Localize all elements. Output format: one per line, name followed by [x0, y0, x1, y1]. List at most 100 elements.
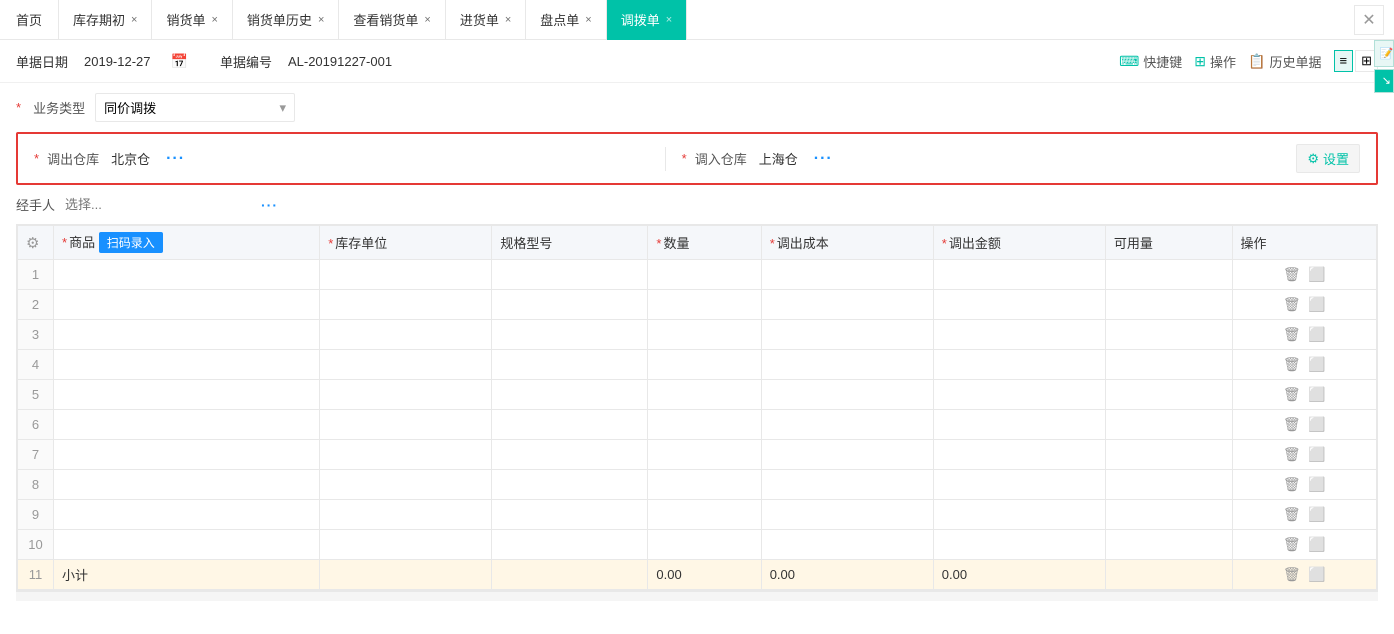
cell-cost[interactable] — [761, 350, 933, 380]
tab-view-sales-close[interactable]: × — [424, 14, 430, 26]
copy-row-icon[interactable]: ⬜ — [1308, 476, 1325, 492]
cell-unit[interactable] — [320, 410, 492, 440]
shortcuts-button[interactable]: ⌨ 快捷键 — [1119, 52, 1182, 71]
cell-qty[interactable] — [648, 290, 761, 320]
cell-available[interactable] — [1105, 350, 1232, 380]
copy-row-icon[interactable]: ⬜ — [1308, 506, 1325, 522]
cell-spec[interactable] — [492, 530, 648, 560]
cell-amount[interactable] — [933, 500, 1105, 530]
cell-cost[interactable] — [761, 530, 933, 560]
settings-button[interactable]: ⚙ 设置 — [1296, 144, 1360, 173]
delete-row-icon[interactable]: 🗑 — [1283, 446, 1301, 462]
handler-more-button[interactable]: ··· — [261, 197, 278, 213]
cell-amount[interactable] — [933, 410, 1105, 440]
cell-amount[interactable] — [933, 350, 1105, 380]
cell-goods[interactable] — [54, 350, 320, 380]
cell-cost[interactable] — [761, 440, 933, 470]
delete-row-icon[interactable]: 🗑 — [1283, 326, 1301, 342]
th-settings[interactable]: ⚙ — [18, 226, 54, 260]
cell-cost[interactable] — [761, 260, 933, 290]
copy-row-icon[interactable]: ⬜ — [1308, 446, 1325, 462]
delete-row-icon[interactable]: 🗑 — [1283, 536, 1301, 552]
cell-goods[interactable] — [54, 320, 320, 350]
tab-sales-history[interactable]: 销货单历史 × — [233, 0, 339, 40]
note-sidebar-button[interactable]: 📝 — [1374, 40, 1394, 67]
copy-row-icon[interactable]: ⬜ — [1308, 356, 1325, 372]
cell-amount[interactable] — [933, 380, 1105, 410]
cell-spec[interactable] — [492, 500, 648, 530]
cell-qty[interactable] — [648, 380, 761, 410]
business-type-select[interactable]: 同价调拨 ▾ — [95, 93, 295, 122]
cell-goods[interactable] — [54, 440, 320, 470]
cell-available[interactable] — [1105, 500, 1232, 530]
cell-spec[interactable] — [492, 260, 648, 290]
export-sidebar-button[interactable]: ↗ — [1374, 69, 1394, 92]
cell-available[interactable] — [1105, 260, 1232, 290]
cell-amount[interactable] — [933, 290, 1105, 320]
cell-spec[interactable] — [492, 350, 648, 380]
cell-unit[interactable] — [320, 320, 492, 350]
delete-row-icon[interactable]: 🗑 — [1283, 386, 1301, 402]
cell-amount[interactable] — [933, 260, 1105, 290]
cell-qty[interactable] — [648, 470, 761, 500]
cell-unit[interactable] — [320, 500, 492, 530]
cell-goods[interactable] — [54, 290, 320, 320]
cell-available[interactable] — [1105, 380, 1232, 410]
cell-spec[interactable] — [492, 440, 648, 470]
cell-qty[interactable] — [648, 350, 761, 380]
operations-button[interactable]: ⊞ 操作 — [1194, 52, 1236, 71]
history-button[interactable]: 📋 历史单据 — [1248, 52, 1321, 71]
cell-available[interactable] — [1105, 470, 1232, 500]
delete-row-icon[interactable]: 🗑 — [1283, 356, 1301, 372]
tab-inventory-init-close[interactable]: × — [131, 14, 137, 26]
cell-available[interactable] — [1105, 320, 1232, 350]
tab-inventory-init[interactable]: 库存期初 × — [59, 0, 152, 40]
cell-goods[interactable] — [54, 380, 320, 410]
tab-inventory-close[interactable]: × — [585, 14, 591, 26]
cell-qty[interactable] — [648, 530, 761, 560]
delete-row-icon[interactable]: 🗑 — [1283, 296, 1301, 312]
delete-row-icon[interactable]: 🗑 — [1283, 266, 1301, 282]
copy-row-icon[interactable]: ⬜ — [1308, 416, 1325, 432]
tab-sales-history-close[interactable]: × — [318, 14, 324, 26]
cell-unit[interactable] — [320, 350, 492, 380]
cell-cost[interactable] — [761, 500, 933, 530]
cell-spec[interactable] — [492, 290, 648, 320]
cell-amount[interactable] — [933, 440, 1105, 470]
delete-icon[interactable]: 🗑 — [1283, 566, 1301, 582]
cell-unit[interactable] — [320, 530, 492, 560]
tab-view-sales[interactable]: 查看销货单 × — [339, 0, 445, 40]
tab-sales-close[interactable]: × — [211, 14, 217, 26]
cell-cost[interactable] — [761, 410, 933, 440]
tab-transfer[interactable]: 调拨单 × — [607, 0, 687, 40]
main-close-button[interactable]: ✕ — [1354, 5, 1384, 35]
cell-cost[interactable] — [761, 290, 933, 320]
cell-goods[interactable] — [54, 530, 320, 560]
list-view-button[interactable]: ≡ — [1334, 50, 1354, 72]
cell-qty[interactable] — [648, 440, 761, 470]
cell-unit[interactable] — [320, 440, 492, 470]
scan-button[interactable]: 扫码录入 — [99, 232, 163, 253]
cell-unit[interactable] — [320, 470, 492, 500]
delete-row-icon[interactable]: 🗑 — [1283, 506, 1301, 522]
copy-row-icon[interactable]: ⬜ — [1308, 536, 1325, 552]
cell-amount[interactable] — [933, 320, 1105, 350]
cell-goods[interactable] — [54, 500, 320, 530]
source-warehouse-more-button[interactable]: ··· — [166, 150, 185, 168]
copy-icon[interactable]: ⬜ — [1308, 566, 1325, 582]
tab-transfer-close[interactable]: × — [666, 14, 672, 26]
tab-purchase[interactable]: 进货单 × — [446, 0, 526, 40]
copy-row-icon[interactable]: ⬜ — [1308, 266, 1325, 282]
cell-available[interactable] — [1105, 290, 1232, 320]
cell-qty[interactable] — [648, 320, 761, 350]
cell-available[interactable] — [1105, 410, 1232, 440]
target-warehouse-more-button[interactable]: ··· — [814, 150, 833, 168]
tab-purchase-close[interactable]: × — [505, 14, 511, 26]
cell-cost[interactable] — [761, 380, 933, 410]
cell-qty[interactable] — [648, 410, 761, 440]
cell-amount[interactable] — [933, 470, 1105, 500]
cell-qty[interactable] — [648, 500, 761, 530]
cell-amount[interactable] — [933, 530, 1105, 560]
table-settings-icon[interactable]: ⚙ — [26, 235, 39, 252]
tab-sales[interactable]: 销货单 × — [152, 0, 232, 40]
